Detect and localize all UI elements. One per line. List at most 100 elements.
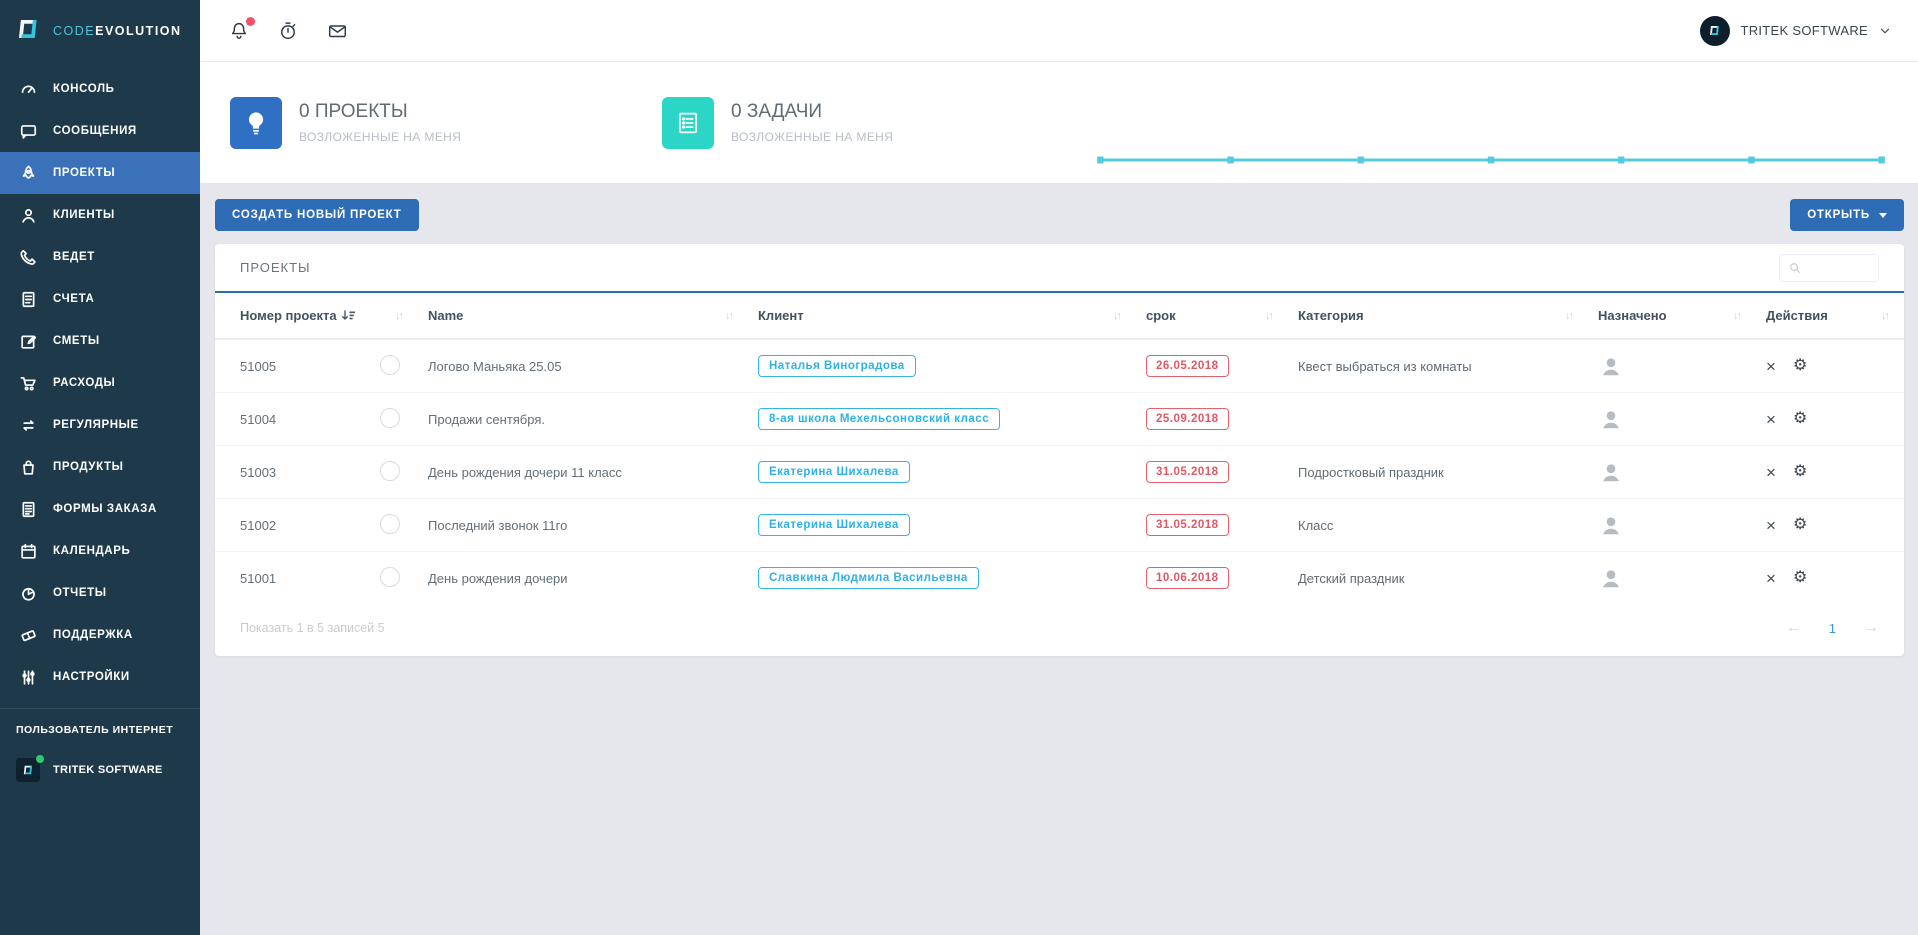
project-category: Класс: [1288, 498, 1588, 552]
lightbulb-icon: [230, 96, 282, 149]
sidebar-user-logo-icon: [16, 755, 44, 782]
chat-icon: [18, 121, 39, 141]
repeat-icon: [18, 415, 39, 435]
project-number: 51003: [215, 445, 370, 499]
status-circle[interactable]: [380, 513, 400, 534]
gear-icon[interactable]: ⚙: [1793, 464, 1807, 480]
delete-icon[interactable]: ×: [1766, 358, 1776, 375]
actions-row: СОЗДАТЬ НОВЫЙ ПРОЕКТ ОТКРЫТЬ: [215, 199, 1904, 231]
sidebar-item-support[interactable]: ПОДДЕРЖКА: [0, 614, 200, 656]
sidebar-item-calendar[interactable]: КАЛЕНДАРЬ: [0, 530, 200, 572]
project-number: 51004: [215, 392, 370, 446]
stat-card-tasks: 0 ЗАДАЧИ ВОЗЛОЖЕННЫЕ НА МЕНЯ: [662, 96, 1094, 149]
next-page-icon[interactable]: →: [1863, 619, 1879, 637]
sidebar-item-leads[interactable]: ВЕДЕТ: [0, 236, 200, 278]
client-chip[interactable]: 8-ая школа Мехельсоновский класс: [758, 408, 1001, 430]
table-row: 51003 День рождения дочери 11 класс Екат…: [215, 445, 1904, 499]
project-number: 51005: [240, 358, 277, 374]
checklist-icon: [662, 96, 714, 149]
sort-icon[interactable]: ↓↑: [1881, 310, 1894, 322]
brand-logo-icon: [13, 14, 45, 49]
sidebar-item-invoices[interactable]: СЧЕТА: [0, 278, 200, 320]
sidebar-user[interactable]: TRITEK SOFTWARE: [0, 744, 200, 796]
notifications-bell-icon[interactable]: [228, 16, 255, 42]
stat-tasks-subtitle: ВОЗЛОЖЕННЫЕ НА МЕНЯ: [731, 130, 894, 144]
delete-icon[interactable]: ×: [1766, 411, 1776, 428]
sidebar-item-recurring[interactable]: РЕГУЛЯРНЫЕ: [0, 404, 200, 446]
rocket-icon: [18, 163, 39, 183]
project-category: Подростковый праздник: [1288, 445, 1588, 499]
prev-page-icon[interactable]: ←: [1786, 619, 1802, 637]
sidebar-item-estimates[interactable]: СМЕТЫ: [0, 320, 200, 362]
sort-icon[interactable]: ↓↑: [725, 310, 738, 322]
sidebar-item-messages[interactable]: СООБЩЕНИЯ: [0, 110, 200, 152]
topbar: TRITEK SOFTWARE: [200, 0, 1918, 62]
project-category: Детский праздник: [1288, 551, 1588, 604]
brand-logo[interactable]: CODEEVOLUTION: [0, 0, 200, 62]
projects-table: Номер проекта ↓↑ Name ↓↑ Клиент ↓↑ срок ↓↑ …: [215, 293, 1904, 604]
sidebar-nav: КОНСОЛЬ СООБЩЕНИЯ ПРОЕКТЫ КЛИЕНТЫ ВЕДЕТ …: [0, 62, 200, 698]
mail-icon[interactable]: [326, 20, 349, 42]
sort-icon[interactable]: ↓↑: [1265, 310, 1278, 322]
delete-icon[interactable]: ×: [1766, 464, 1776, 481]
topbar-icons: [228, 16, 349, 42]
due-date-badge: 31.05.2018: [1146, 461, 1229, 483]
assignee-avatar-icon: [1598, 353, 1746, 379]
sidebar-item-reports[interactable]: ОТЧЕТЫ: [0, 572, 200, 614]
project-category: Квест выбраться из комнаты: [1298, 358, 1472, 374]
table-search-box: [1779, 253, 1879, 282]
status-circle[interactable]: [380, 407, 400, 428]
assignee-avatar-icon: [1598, 406, 1746, 432]
delete-icon[interactable]: ×: [1766, 517, 1776, 534]
sort-icon[interactable]: ↓↑: [1733, 310, 1746, 322]
online-status-dot: [36, 755, 44, 763]
search-input[interactable]: [1808, 259, 1870, 276]
sidebar-item-settings[interactable]: НАСТРОЙКИ: [0, 656, 200, 698]
status-circle[interactable]: [380, 460, 400, 481]
assignee-avatar-icon: [1598, 565, 1746, 591]
calendar-icon: [18, 541, 39, 561]
project-name: Последний звонок 11го: [418, 498, 748, 552]
client-chip[interactable]: Наталья Виноградова: [758, 355, 916, 377]
sparkline-chart: [1094, 129, 1888, 169]
client-chip[interactable]: Славкина Людмила Васильевна: [758, 567, 979, 589]
col-project-number: Номер проекта: [240, 308, 337, 323]
col-name: Name: [428, 308, 464, 323]
delete-icon[interactable]: ×: [1766, 570, 1776, 587]
status-circle[interactable]: [380, 354, 400, 375]
sidebar-item-clients[interactable]: КЛИЕНТЫ: [0, 194, 200, 236]
due-date-badge: 10.06.2018: [1146, 567, 1229, 589]
gear-icon[interactable]: ⚙: [1793, 517, 1807, 533]
stats-strip: 0 ПРОЕКТЫ ВОЗЛОЖЕННЫЕ НА МЕНЯ 0 ЗАДАЧИ В…: [200, 62, 1918, 183]
page-number[interactable]: 1: [1829, 621, 1836, 636]
stat-projects-subtitle: ВОЗЛОЖЕННЫЕ НА МЕНЯ: [299, 130, 462, 144]
chevron-down-icon: [1878, 24, 1892, 38]
gear-icon[interactable]: ⚙: [1793, 411, 1807, 427]
table-row: 51002 Последний звонок 11го Екатерина Ши…: [215, 498, 1904, 552]
sidebar-item-order-forms[interactable]: ФОРМЫ ЗАКАЗА: [0, 488, 200, 530]
sidebar-item-console[interactable]: КОНСОЛЬ: [0, 68, 200, 110]
topbar-user-menu[interactable]: TRITEK SOFTWARE: [1700, 15, 1892, 46]
client-chip[interactable]: Екатерина Шихалева: [758, 461, 910, 483]
projects-panel: ПРОЕКТЫ Номер проекта ↓↑ Name ↓↑ Клиент …: [215, 244, 1904, 656]
panel-header: ПРОЕКТЫ: [215, 244, 1904, 291]
page-content: СОЗДАТЬ НОВЫЙ ПРОЕКТ ОТКРЫТЬ ПРОЕКТЫ Ном…: [200, 183, 1918, 656]
phone-icon: [18, 247, 39, 267]
sort-icon[interactable]: ↓↑: [1565, 310, 1578, 322]
sort-icon[interactable]: ↓↑: [1113, 310, 1126, 322]
timer-icon[interactable]: [277, 20, 299, 42]
status-circle[interactable]: [380, 566, 400, 587]
gear-icon[interactable]: ⚙: [1793, 358, 1807, 374]
sidebar-item-projects[interactable]: ПРОЕКТЫ: [0, 152, 200, 194]
sort-icon[interactable]: ↓↑: [395, 310, 408, 322]
user-avatar: [1700, 15, 1731, 46]
panel-title: ПРОЕКТЫ: [240, 260, 311, 275]
open-dropdown-button[interactable]: ОТКРЫТЬ: [1790, 199, 1904, 231]
sidebar-item-products[interactable]: ПРОДУКТЫ: [0, 446, 200, 488]
sidebar-item-expenses[interactable]: РАСХОДЫ: [0, 362, 200, 404]
create-project-button[interactable]: СОЗДАТЬ НОВЫЙ ПРОЕКТ: [215, 199, 419, 231]
gear-icon[interactable]: ⚙: [1793, 570, 1807, 586]
sort-desc-active-icon[interactable]: [341, 309, 360, 323]
cart-icon: [18, 373, 39, 393]
client-chip[interactable]: Екатерина Шихалева: [758, 514, 910, 536]
